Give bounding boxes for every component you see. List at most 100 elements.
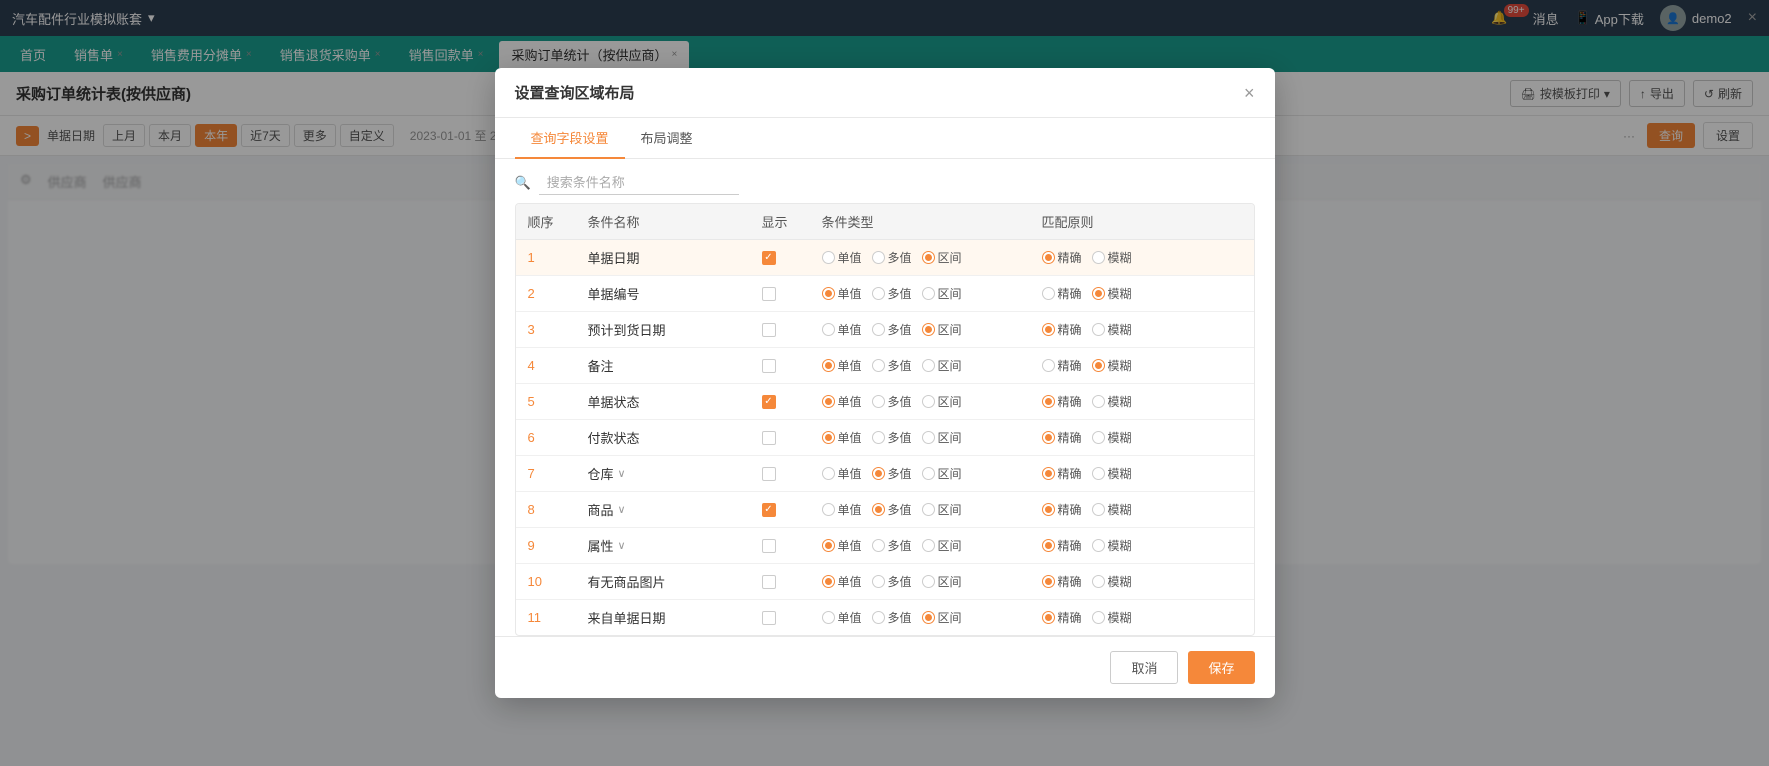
row-num-6: 7 xyxy=(528,466,588,481)
row-checkbox-0[interactable] xyxy=(762,251,776,265)
radio-dot-icon xyxy=(922,251,935,264)
radio-dot-icon xyxy=(1092,575,1105,588)
search-bar: 🔍 xyxy=(495,159,1275,203)
radio-dot-icon xyxy=(922,467,935,480)
row-type-1: 单值多值区间 xyxy=(822,285,1042,302)
radio-dot-icon xyxy=(1092,467,1105,480)
row-name-2: 预计到货日期 xyxy=(588,320,762,339)
table-row: 1单据日期单值多值区间精确模糊 xyxy=(516,240,1254,276)
row-type-8: 单值多值区间 xyxy=(822,537,1042,554)
radio-dot-icon xyxy=(822,323,835,336)
radio-dot-icon xyxy=(822,431,835,444)
table-row: 8商品 ∨单值多值区间精确模糊 xyxy=(516,492,1254,528)
radio-dot-icon xyxy=(1092,611,1105,624)
row-type-4: 单值多值区间 xyxy=(822,393,1042,410)
radio-dot-icon xyxy=(922,395,935,408)
radio-dot-icon xyxy=(1092,287,1105,300)
row-num-2: 3 xyxy=(528,322,588,337)
table-row: 6付款状态 单值多值区间精确模糊 xyxy=(516,420,1254,456)
row-match-1: 精确模糊 xyxy=(1042,285,1242,302)
table-row: 3预计到货日期 单值多值区间精确模糊 xyxy=(516,312,1254,348)
save-btn[interactable]: 保存 xyxy=(1188,651,1254,684)
radio-dot-icon xyxy=(1092,503,1105,516)
col-header-name: 条件名称 xyxy=(588,212,762,231)
chevron-down-icon: ∨ xyxy=(618,467,626,480)
row-name-5: 付款状态 xyxy=(588,428,762,447)
row-num-7: 8 xyxy=(528,502,588,517)
radio-dot-icon xyxy=(1042,251,1055,264)
row-match-5: 精确模糊 xyxy=(1042,429,1242,446)
radio-dot-icon xyxy=(922,323,935,336)
radio-dot-icon xyxy=(872,251,885,264)
row-name-7: 商品 ∨ xyxy=(588,500,762,519)
radio-dot-icon xyxy=(822,359,835,372)
radio-dot-icon xyxy=(1042,431,1055,444)
radio-dot-icon xyxy=(822,251,835,264)
radio-dot-icon xyxy=(1042,539,1055,552)
dialog-tab-layout[interactable]: 布局调整 xyxy=(625,118,709,159)
radio-dot-icon xyxy=(822,395,835,408)
radio-dot-icon xyxy=(1042,503,1055,516)
row-num-3: 4 xyxy=(528,358,588,373)
row-name-1: 单据编号 xyxy=(588,284,762,303)
cancel-btn[interactable]: 取消 xyxy=(1110,651,1178,684)
row-type-10: 单值多值区间 xyxy=(822,609,1042,626)
radio-dot-icon xyxy=(872,539,885,552)
search-input[interactable] xyxy=(539,171,739,195)
radio-dot-icon xyxy=(872,431,885,444)
row-checkbox-1[interactable] xyxy=(762,287,776,301)
rows-container: 1单据日期单值多值区间精确模糊2单据编号单值多值区间精确模糊3预计到货日期单值多… xyxy=(516,240,1254,635)
row-match-9: 精确模糊 xyxy=(1042,573,1242,590)
dialog-tab-query[interactable]: 查询字段设置 xyxy=(515,118,625,159)
radio-dot-icon xyxy=(1042,395,1055,408)
row-match-6: 精确模糊 xyxy=(1042,465,1242,482)
row-checkbox-7[interactable] xyxy=(762,503,776,517)
table-header-row: 顺序 条件名称 显示 条件类型 匹配原则 xyxy=(516,204,1254,240)
conditions-table: 顺序 条件名称 显示 条件类型 匹配原则 1单据日期单值多值区间精确模糊 2单据编… xyxy=(515,203,1255,636)
row-num-1: 2 xyxy=(528,286,588,301)
dialog-tabs: 查询字段设置 布局调整 xyxy=(495,118,1275,159)
radio-dot-icon xyxy=(822,467,835,480)
table-row: 7仓库 ∨单值多值区间精确模糊 xyxy=(516,456,1254,492)
row-match-4: 精确模糊 xyxy=(1042,393,1242,410)
radio-dot-icon xyxy=(1092,395,1105,408)
row-match-0: 精确模糊 xyxy=(1042,249,1242,266)
row-num-9: 10 xyxy=(528,574,588,589)
row-name-9: 有无商品图片 xyxy=(588,572,762,591)
row-name-4: 单据状态 xyxy=(588,392,762,411)
row-type-0: 单值多值区间 xyxy=(822,249,1042,266)
radio-dot-icon xyxy=(872,611,885,624)
radio-dot-icon xyxy=(1042,287,1055,300)
radio-dot-icon xyxy=(1042,467,1055,480)
table-row: 9属性 ∨单值多值区间精确模糊 xyxy=(516,528,1254,564)
row-num-0: 1 xyxy=(528,250,588,265)
radio-dot-icon xyxy=(1092,359,1105,372)
radio-dot-icon xyxy=(922,611,935,624)
row-num-5: 6 xyxy=(528,430,588,445)
row-checkbox-10[interactable] xyxy=(762,611,776,625)
radio-dot-icon xyxy=(1092,431,1105,444)
radio-dot-icon xyxy=(1042,575,1055,588)
row-checkbox-3[interactable] xyxy=(762,359,776,373)
row-type-5: 单值多值区间 xyxy=(822,429,1042,446)
dialog-header: 设置查询区域布局 × xyxy=(495,68,1275,118)
radio-dot-icon xyxy=(922,431,935,444)
row-checkbox-4[interactable] xyxy=(762,395,776,409)
row-checkbox-2[interactable] xyxy=(762,323,776,337)
radio-dot-icon xyxy=(922,575,935,588)
dialog-close-btn[interactable]: × xyxy=(1244,84,1255,102)
row-type-9: 单值多值区间 xyxy=(822,573,1042,590)
row-checkbox-6[interactable] xyxy=(762,467,776,481)
radio-dot-icon xyxy=(1092,539,1105,552)
row-type-7: 单值多值区间 xyxy=(822,501,1042,518)
row-checkbox-9[interactable] xyxy=(762,575,776,589)
row-type-3: 单值多值区间 xyxy=(822,357,1042,374)
row-checkbox-5[interactable] xyxy=(762,431,776,445)
radio-dot-icon xyxy=(1042,323,1055,336)
row-checkbox-8[interactable] xyxy=(762,539,776,553)
row-match-8: 精确模糊 xyxy=(1042,537,1242,554)
row-type-6: 单值多值区间 xyxy=(822,465,1042,482)
row-num-4: 5 xyxy=(528,394,588,409)
row-type-2: 单值多值区间 xyxy=(822,321,1042,338)
row-match-2: 精确模糊 xyxy=(1042,321,1242,338)
